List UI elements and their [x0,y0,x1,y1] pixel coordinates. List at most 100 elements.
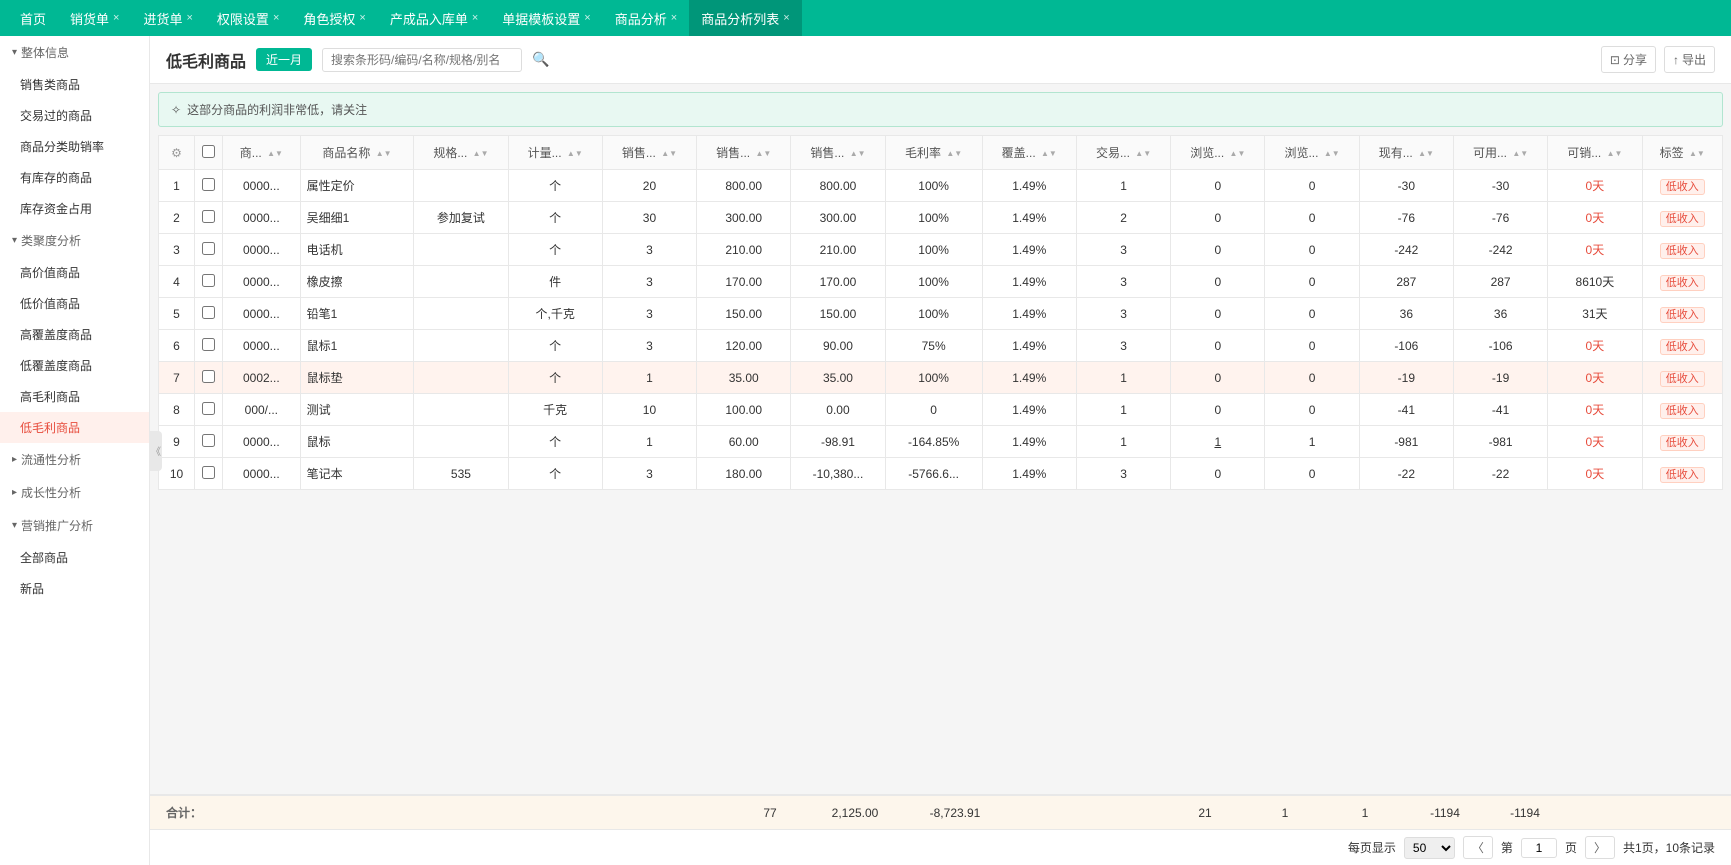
sidebar-item-high-value[interactable]: 高价值商品 [0,257,149,288]
nav-role[interactable]: 角色授权 × [291,0,377,36]
row-checkbox[interactable] [202,210,215,223]
sidebar-item-high-coverage[interactable]: 高覆盖度商品 [0,319,149,350]
browse1-link[interactable]: 1 [1214,435,1221,449]
th-gross-margin[interactable]: 毛利率 ▲▼ [885,136,982,170]
sort-arrows-name: ▲▼ [376,149,392,158]
cell-check[interactable] [195,266,223,298]
th-spec[interactable]: 规格... ▲▼ [414,136,508,170]
sidebar-group-flow[interactable]: ▸ 流通性分析 [0,443,149,476]
th-coverage[interactable]: 覆盖... ▲▼ [982,136,1076,170]
cell-check[interactable] [195,202,223,234]
pagination-summary: 共1页，10条记录 [1623,839,1715,856]
nav-permission[interactable]: 权限设置 × [205,0,291,36]
sidebar-item-sales-goods[interactable]: 销售类商品 [0,69,149,100]
filter-date-button[interactable]: 近一月 [256,48,312,71]
cell-unit: 个 [508,202,602,234]
next-page-button[interactable]: 〉 [1585,836,1615,859]
nav-purchase-close[interactable]: × [186,12,192,24]
prev-page-button[interactable]: 〈 [1463,836,1493,859]
nav-role-close[interactable]: × [359,12,365,24]
nav-template[interactable]: 单据模板设置 × [490,0,602,36]
cell-transaction: 3 [1076,234,1170,266]
per-page-select[interactable]: 20 50 100 [1404,837,1455,859]
row-checkbox[interactable] [202,178,215,191]
nav-template-close[interactable]: × [584,12,590,24]
tag-badge: 低收入 [1660,275,1705,291]
th-tag[interactable]: 标签 ▲▼ [1642,136,1723,170]
nav-product-analysis-close[interactable]: × [671,12,677,24]
sidebar-item-low-value[interactable]: 低价值商品 [0,288,149,319]
sidebar-item-new-goods[interactable]: 新品 [0,573,149,604]
cell-browse2: 0 [1265,458,1359,490]
nav-product-analysis[interactable]: 商品分析 × [603,0,689,36]
cell-browse1[interactable]: 1 [1171,426,1265,458]
cell-browse1: 0 [1171,298,1265,330]
cell-check[interactable] [195,170,223,202]
nav-sales[interactable]: 销货单 × [58,0,131,36]
cell-check[interactable] [195,330,223,362]
cell-tag: 低收入 [1642,362,1723,394]
row-checkbox[interactable] [202,306,215,319]
th-sales-amount[interactable]: 销售... ▲▼ [791,136,885,170]
th-sellable[interactable]: 可销... ▲▼ [1548,136,1642,170]
sidebar-item-low-coverage[interactable]: 低覆盖度商品 [0,350,149,381]
sidebar-item-high-margin[interactable]: 高毛利商品 [0,381,149,412]
select-all-checkbox[interactable] [202,145,215,158]
nav-home[interactable]: 首页 [8,0,58,36]
sidebar-item-category-rate[interactable]: 商品分类助销率 [0,131,149,162]
table-body: 1 0000... 属性定价 个 20 800.00 800.00 100% 1… [159,170,1723,490]
th-sales-price[interactable]: 销售... ▲▼ [697,136,791,170]
cell-check[interactable] [195,298,223,330]
cell-sales-qty: 3 [602,266,696,298]
nav-product-analysis-list-close[interactable]: × [783,12,789,24]
cell-check[interactable] [195,234,223,266]
sidebar-item-stocked-goods[interactable]: 有库存的商品 [0,162,149,193]
sidebar-group-overall[interactable]: ▾ 整体信息 [0,36,149,69]
cell-current-stock: 287 [1359,266,1453,298]
search-icon[interactable]: 🔍 [532,51,549,68]
nav-product-inbound[interactable]: 产成品入库单 × [378,0,490,36]
th-transaction[interactable]: 交易... ▲▼ [1076,136,1170,170]
th-browse1[interactable]: 浏览... ▲▼ [1171,136,1265,170]
th-browse2[interactable]: 浏览... ▲▼ [1265,136,1359,170]
cell-browse1: 0 [1171,266,1265,298]
nav-product-analysis-list[interactable]: 商品分析列表 × [689,0,801,36]
cell-check[interactable] [195,362,223,394]
page-input[interactable] [1521,838,1557,858]
nav-purchase[interactable]: 进货单 × [131,0,204,36]
total-transaction: 21 [1175,806,1235,820]
row-checkbox[interactable] [202,402,215,415]
sidebar-collapse-button[interactable]: 《 [150,431,162,471]
th-current-stock[interactable]: 现有... ▲▼ [1359,136,1453,170]
row-checkbox[interactable] [202,242,215,255]
sidebar-group-marketing[interactable]: ▾ 营销推广分析 [0,509,149,542]
th-available[interactable]: 可用... ▲▼ [1453,136,1547,170]
nav-product-inbound-close[interactable]: × [472,12,478,24]
cell-check[interactable] [195,426,223,458]
row-checkbox[interactable] [202,434,215,447]
cell-num: 5 [159,298,195,330]
sidebar-item-low-margin[interactable]: 低毛利商品 [0,412,149,443]
th-code[interactable]: 商... ▲▼ [223,136,301,170]
export-button[interactable]: ↑ 导出 [1664,46,1715,73]
row-checkbox[interactable] [202,466,215,479]
row-checkbox[interactable] [202,338,215,351]
sidebar-item-traded-goods[interactable]: 交易过的商品 [0,100,149,131]
sidebar-item-capital[interactable]: 库存资金占用 [0,193,149,224]
nav-sales-close[interactable]: × [113,12,119,24]
th-settings[interactable]: ⚙ [159,136,195,170]
cell-check[interactable] [195,394,223,426]
th-unit[interactable]: 计量... ▲▼ [508,136,602,170]
sidebar-group-growth[interactable]: ▸ 成长性分析 [0,476,149,509]
sidebar-group-cluster[interactable]: ▾ 类聚度分析 [0,224,149,257]
cell-num: 6 [159,330,195,362]
nav-permission-close[interactable]: × [273,12,279,24]
search-input[interactable] [322,48,522,72]
cell-check[interactable] [195,458,223,490]
share-button[interactable]: ⊡ 分享 [1601,46,1656,73]
sidebar-item-all-goods[interactable]: 全部商品 [0,542,149,573]
th-name[interactable]: 商品名称 ▲▼ [300,136,414,170]
row-checkbox[interactable] [202,370,215,383]
row-checkbox[interactable] [202,274,215,287]
th-sales-qty[interactable]: 销售... ▲▼ [602,136,696,170]
